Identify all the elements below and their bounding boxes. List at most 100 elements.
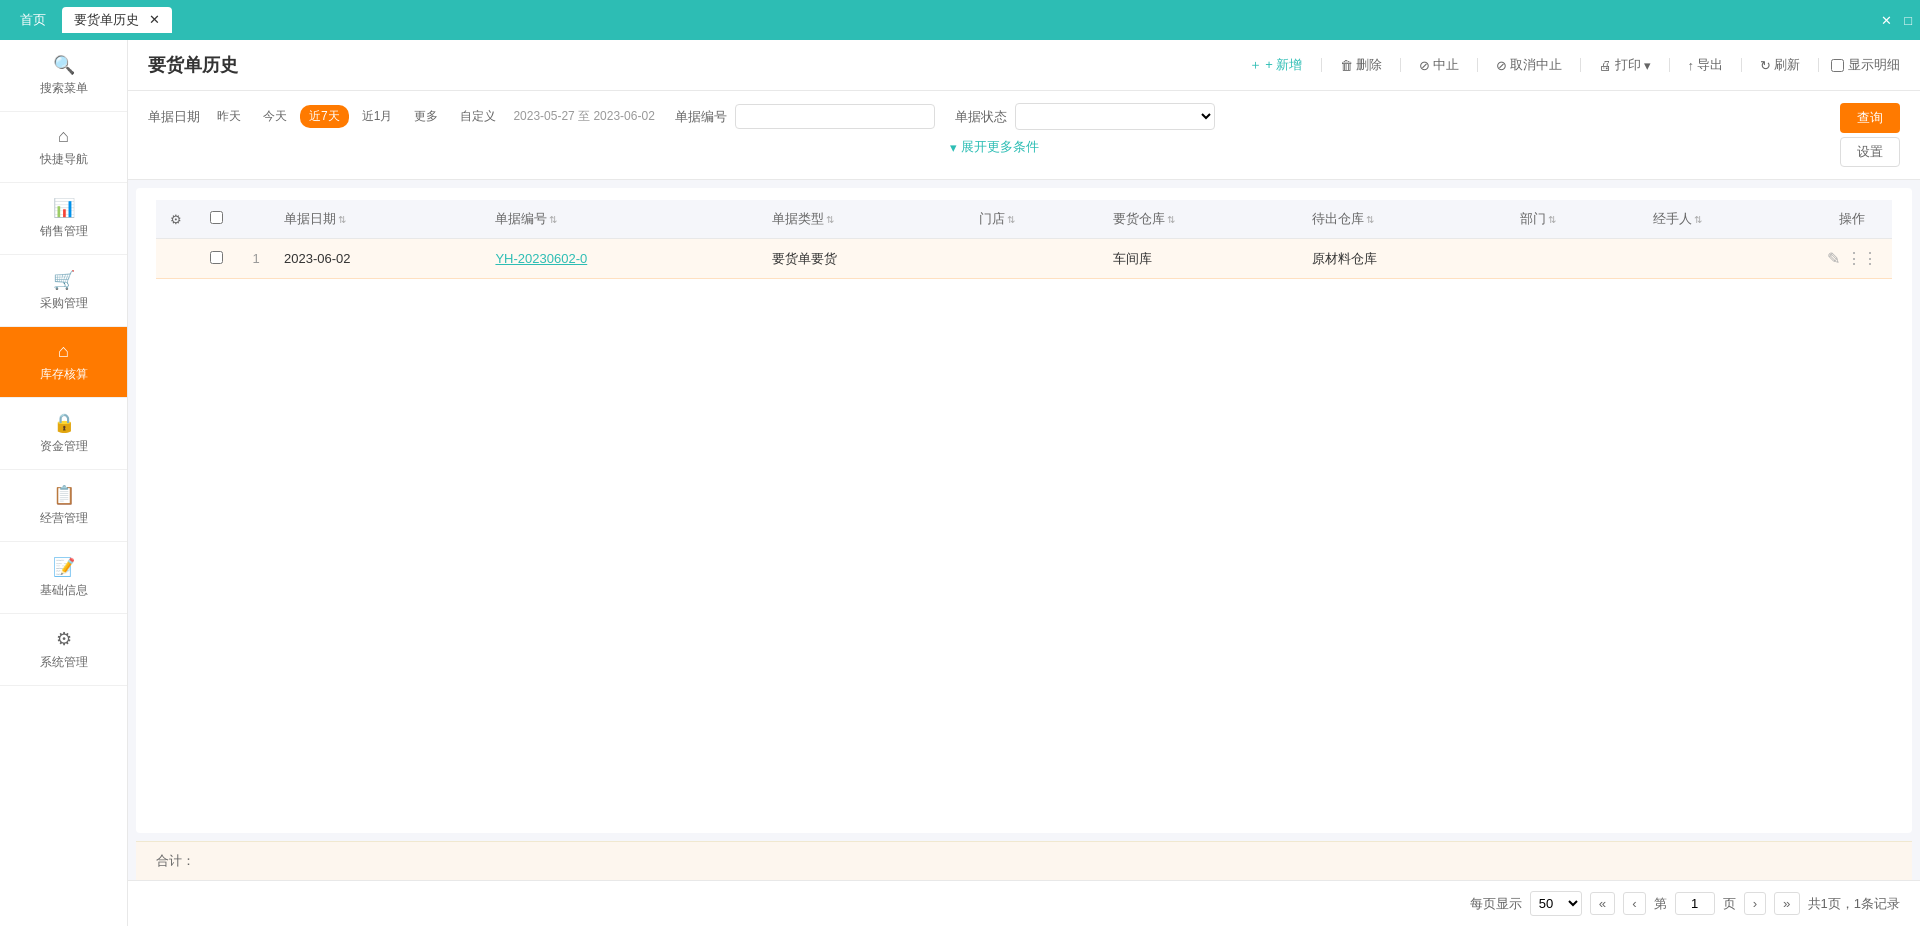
sidebar-item-quick-nav[interactable]: ⌂ 快捷导航 [0, 112, 127, 183]
print-icon: 🖨 [1599, 58, 1612, 73]
cell-doc-no[interactable]: YH-20230602-0 [487, 239, 763, 279]
refresh-button[interactable]: ↻ 刷新 [1754, 52, 1806, 78]
col-settings[interactable]: ⚙ [156, 200, 196, 239]
window-max-icon[interactable]: □ [1904, 13, 1912, 28]
filter-actions: 查询 设置 [1840, 103, 1900, 167]
delete-button[interactable]: 🗑 删除 [1334, 52, 1388, 78]
divider [1580, 58, 1581, 72]
sidebar-item-search-menu[interactable]: 🔍 搜索菜单 [0, 40, 127, 112]
toolbar: ＋ + 新增 🗑 删除 ⊘ 中止 ⊘ 取消中止 [1243, 52, 1900, 78]
sidebar-item-sales[interactable]: 📊 销售管理 [0, 183, 127, 255]
export-icon: ↑ [1688, 58, 1695, 73]
page-header: 要货单历史 ＋ + 新增 🗑 删除 ⊘ 中止 ⊘ [128, 40, 1920, 91]
sidebar-item-inventory[interactable]: ⌂ 库存核算 [0, 327, 127, 398]
table-header-row: ⚙ 单据日期⇅ 单据编号⇅ 单据类型⇅ 门店⇅ 要货仓库⇅ 待出仓库⇅ 部门⇅ … [156, 200, 1892, 239]
filter-area: 单据日期 昨天 今天 近7天 近1月 更多 自定义 2023-05-27 至 2… [128, 91, 1920, 180]
export-button[interactable]: ↑ 导出 [1682, 52, 1730, 78]
new-button[interactable]: ＋ + 新增 [1243, 52, 1308, 78]
refresh-icon: ↻ [1760, 58, 1771, 73]
cell-store [971, 239, 1104, 279]
date-filter-group: 单据日期 昨天 今天 近7天 近1月 更多 自定义 2023-05-27 至 2… [148, 105, 655, 128]
col-req-warehouse[interactable]: 要货仓库⇅ [1105, 200, 1305, 239]
expand-more[interactable]: ▾ 展开更多条件 [148, 138, 1840, 156]
sidebar-item-operations[interactable]: 📋 经营管理 [0, 470, 127, 542]
date-btn-today[interactable]: 今天 [254, 105, 296, 128]
date-filter-label: 单据日期 [148, 108, 200, 126]
gear-icon: ⚙ [56, 628, 72, 650]
sidebar-item-purchase[interactable]: 🛒 采购管理 [0, 255, 127, 327]
col-index [236, 200, 276, 239]
more-icon[interactable]: ⋮⋮ [1846, 249, 1878, 268]
report-icon: 📋 [53, 484, 75, 506]
print-button[interactable]: 🖨 打印 ▾ [1593, 52, 1657, 78]
info-icon: 📝 [53, 556, 75, 578]
display-detail-input[interactable] [1831, 59, 1844, 72]
cell-pend-warehouse: 原材料仓库 [1304, 239, 1512, 279]
display-detail-checkbox[interactable]: 显示明细 [1831, 56, 1900, 74]
page-number-input[interactable] [1675, 892, 1715, 915]
cart-icon: 🛒 [53, 269, 75, 291]
doc-no-input[interactable] [735, 104, 935, 129]
requisition-table: ⚙ 单据日期⇅ 单据编号⇅ 单据类型⇅ 门店⇅ 要货仓库⇅ 待出仓库⇅ 部门⇅ … [156, 200, 1892, 279]
chevron-down-icon: ▾ [950, 140, 957, 155]
query-button[interactable]: 查询 [1840, 103, 1900, 133]
cell-doc-type: 要货单要货 [764, 239, 972, 279]
window-close-icon[interactable]: ✕ [1881, 13, 1892, 28]
divider [1669, 58, 1670, 72]
tab-close-icon[interactable]: ✕ [149, 12, 160, 27]
col-doc-type[interactable]: 单据类型⇅ [764, 200, 972, 239]
settings-button[interactable]: 设置 [1840, 137, 1900, 167]
date-filter-buttons: 昨天 今天 近7天 近1月 更多 自定义 [208, 105, 505, 128]
last-page-button[interactable]: » [1774, 892, 1799, 915]
per-page-label: 每页显示 [1470, 895, 1522, 913]
stop-icon: ⊘ [1419, 58, 1430, 73]
pagination-summary: 共1页，1条记录 [1808, 895, 1900, 913]
cell-dept [1512, 239, 1645, 279]
stop-button[interactable]: ⊘ 中止 [1413, 52, 1465, 78]
status-filter-group: 单据状态 [955, 103, 1215, 130]
action-icons: ✎ ⋮⋮ [1820, 249, 1884, 268]
status-select[interactable] [1015, 103, 1215, 130]
tab-home[interactable]: 首页 [8, 7, 58, 33]
page-title: 要货单历史 [148, 53, 238, 77]
pagination: 每页显示 50 100 « ‹ 第 页 › » 共1页，1条记录 [128, 880, 1920, 926]
col-date[interactable]: 单据日期⇅ [276, 200, 487, 239]
col-handler[interactable]: 经手人⇅ [1645, 200, 1812, 239]
date-btn-7days[interactable]: 近7天 [300, 105, 349, 128]
table-footer: 合计： [136, 841, 1912, 880]
date-btn-yesterday[interactable]: 昨天 [208, 105, 250, 128]
col-pend-warehouse[interactable]: 待出仓库⇅ [1304, 200, 1512, 239]
col-dept[interactable]: 部门⇅ [1512, 200, 1645, 239]
cell-settings [156, 239, 196, 279]
cell-action: ✎ ⋮⋮ [1812, 239, 1892, 279]
page-label-first: 第 [1654, 895, 1667, 913]
col-doc-no[interactable]: 单据编号⇅ [487, 200, 763, 239]
date-btn-1month[interactable]: 近1月 [353, 105, 402, 128]
sidebar-item-system[interactable]: ⚙ 系统管理 [0, 614, 127, 686]
cell-req-warehouse: 车间库 [1105, 239, 1305, 279]
date-btn-custom[interactable]: 自定义 [451, 105, 505, 128]
first-page-button[interactable]: « [1590, 892, 1615, 915]
cell-checkbox[interactable] [196, 239, 236, 279]
delete-icon: 🗑 [1340, 58, 1353, 73]
cell-date: 2023-06-02 [276, 239, 487, 279]
col-store[interactable]: 门店⇅ [971, 200, 1104, 239]
sidebar-item-basic-info[interactable]: 📝 基础信息 [0, 542, 127, 614]
row-checkbox[interactable] [210, 251, 223, 264]
cancel-stop-button[interactable]: ⊘ 取消中止 [1490, 52, 1568, 78]
per-page-select[interactable]: 50 100 [1530, 891, 1582, 916]
tab-requisition-history[interactable]: 要货单历史 ✕ [62, 7, 172, 33]
next-page-button[interactable]: › [1744, 892, 1766, 915]
warehouse-icon: ⌂ [58, 341, 69, 362]
date-btn-more[interactable]: 更多 [405, 105, 447, 128]
content-area: 要货单历史 ＋ + 新增 🗑 删除 ⊘ 中止 ⊘ [128, 40, 1920, 926]
divider [1400, 58, 1401, 72]
prev-page-button[interactable]: ‹ [1623, 892, 1645, 915]
lock-icon: 🔒 [53, 412, 75, 434]
select-all-checkbox[interactable] [210, 211, 223, 224]
date-range-display: 2023-05-27 至 2023-06-02 [513, 108, 654, 125]
print-dropdown-icon: ▾ [1644, 58, 1651, 73]
edit-icon[interactable]: ✎ [1827, 249, 1840, 268]
doc-no-label: 单据编号 [675, 108, 727, 126]
sidebar-item-finance[interactable]: 🔒 资金管理 [0, 398, 127, 470]
